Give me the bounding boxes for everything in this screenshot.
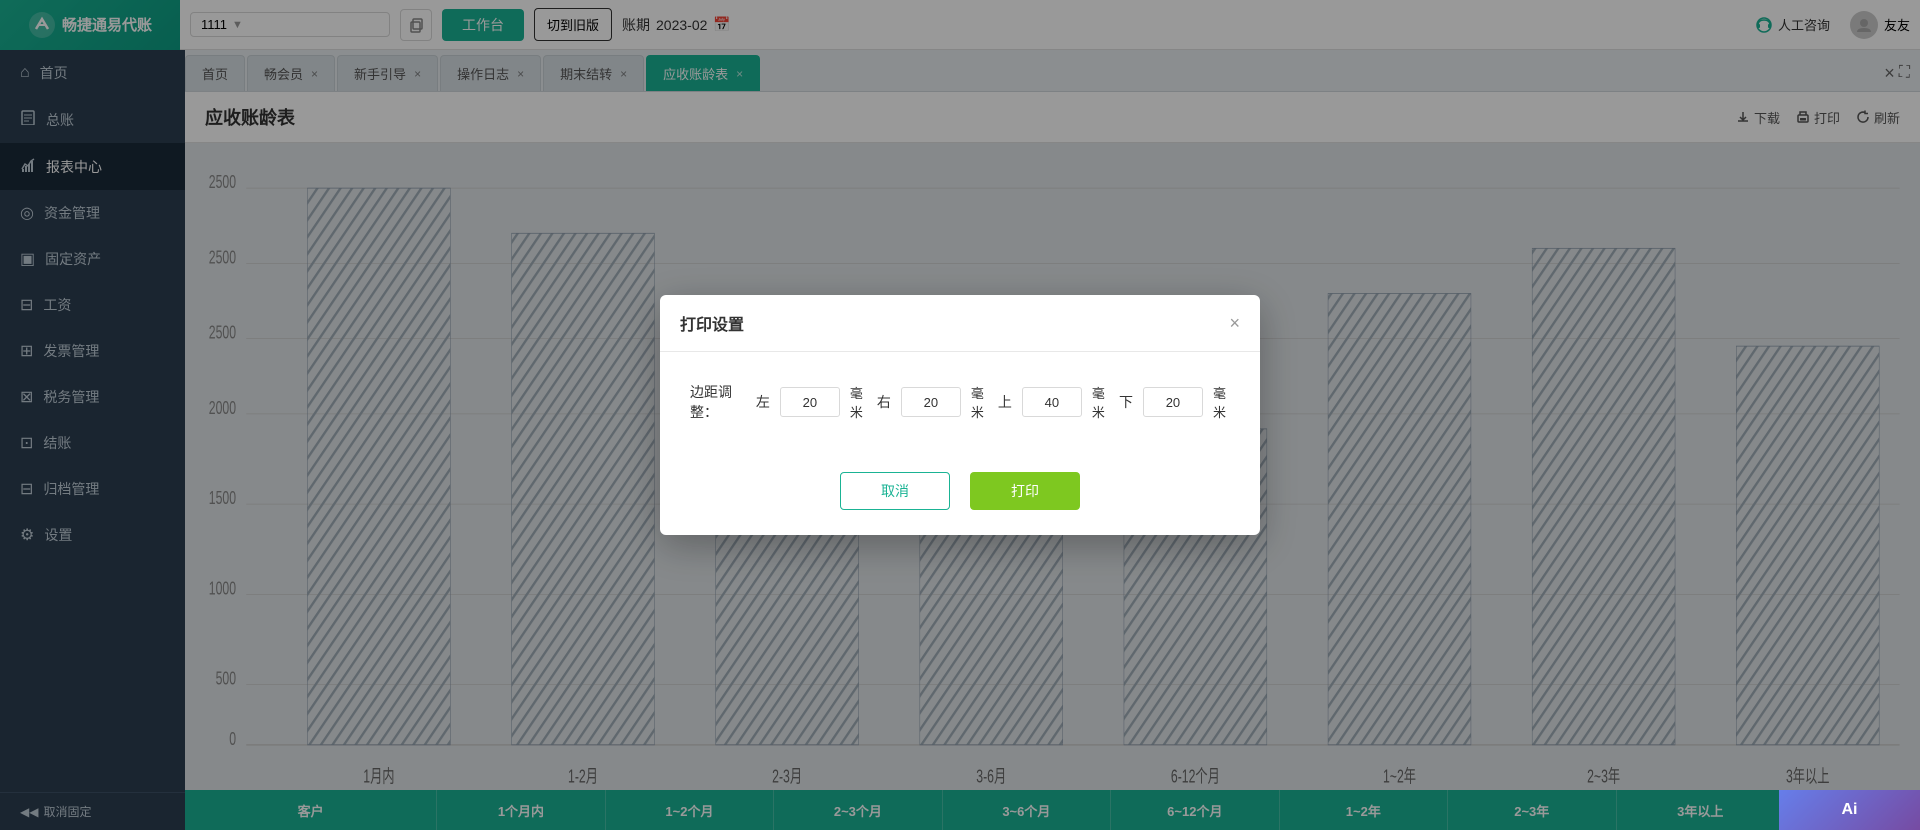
modal-overlay: 打印设置 × 边距调整： 左 毫米 右 毫米 上 毫米 下 毫米 取消 打印 [0,0,1920,830]
right-margin-input[interactable] [901,387,961,417]
top-unit: 毫米 [1092,383,1109,421]
left-dir-label: 左 [756,392,770,412]
modal-body: 边距调整： 左 毫米 右 毫米 上 毫米 下 毫米 [660,352,1260,452]
ai-label: Ai [1842,801,1858,819]
cancel-button[interactable]: 取消 [840,472,950,510]
modal-close-button[interactable]: × [1229,313,1240,334]
bottom-margin-input[interactable] [1143,387,1203,417]
left-margin-input[interactable] [780,387,840,417]
left-unit: 毫米 [850,383,867,421]
modal-title: 打印设置 [680,311,744,335]
right-unit: 毫米 [971,383,988,421]
top-margin-input[interactable] [1022,387,1082,417]
print-settings-modal: 打印设置 × 边距调整： 左 毫米 右 毫米 上 毫米 下 毫米 取消 打印 [660,295,1260,535]
margin-settings-row: 边距调整： 左 毫米 右 毫米 上 毫米 下 毫米 [690,382,1230,422]
modal-footer: 取消 打印 [660,452,1260,535]
bottom-unit: 毫米 [1213,383,1230,421]
right-dir-label: 右 [877,392,891,412]
ai-badge[interactable]: Ai [1779,790,1920,830]
modal-print-button[interactable]: 打印 [970,472,1080,510]
top-dir-label: 上 [998,392,1012,412]
modal-header: 打印设置 × [660,295,1260,352]
margin-label: 边距调整： [690,382,736,422]
bottom-dir-label: 下 [1119,392,1133,412]
